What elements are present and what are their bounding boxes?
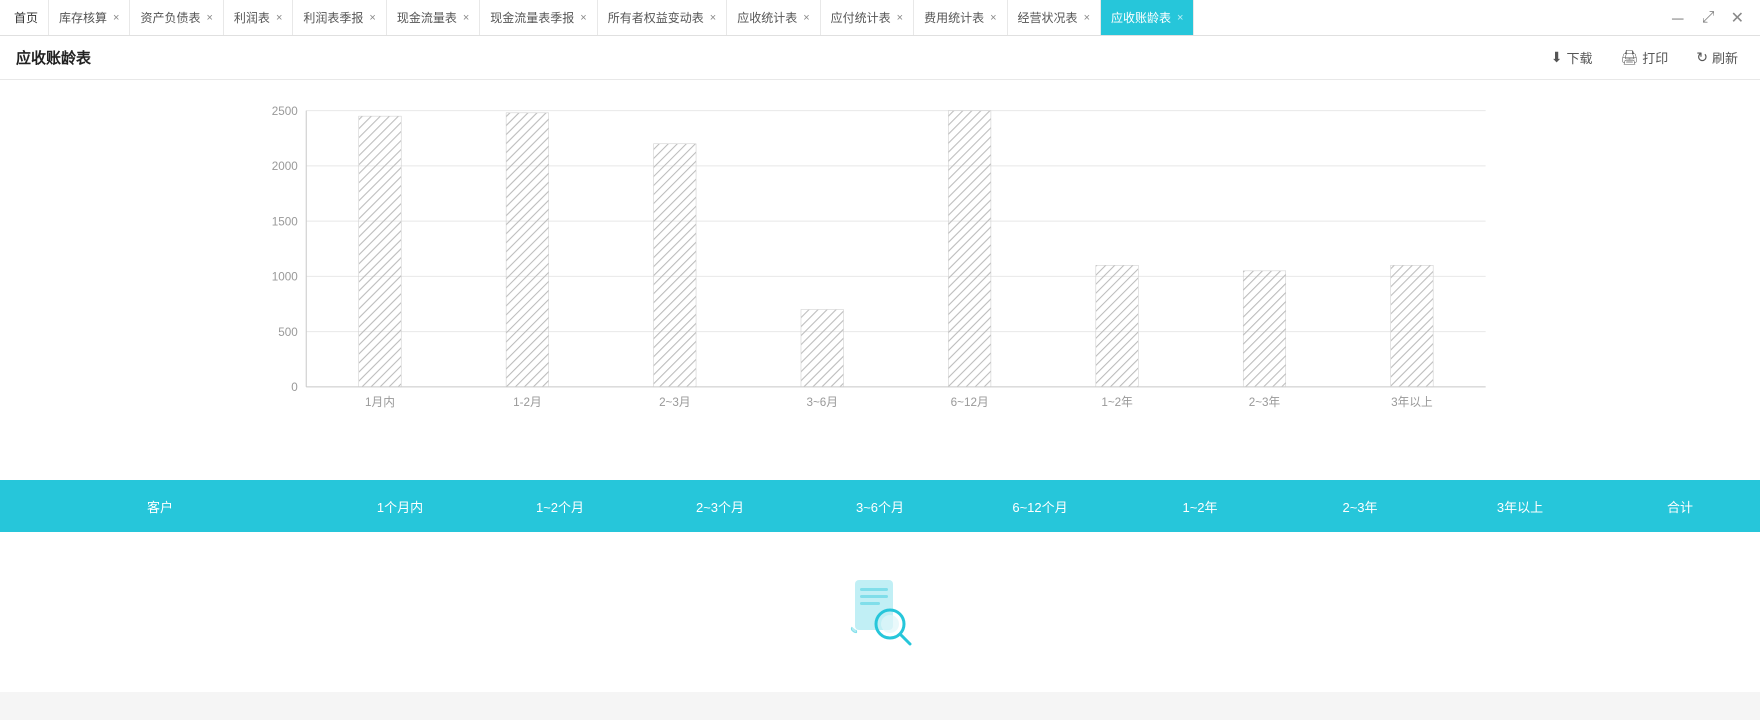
x-label-6: 2~3年: [1249, 395, 1281, 409]
x-label-4: 6~12月: [951, 396, 989, 409]
page-header: 应收账龄表 ⬇下载 🖨打印 ↻刷新: [0, 36, 1760, 80]
th-2: 1~2个月: [480, 480, 640, 532]
y-label-500: 500: [278, 326, 298, 339]
tab-close-profit[interactable]: ×: [276, 12, 282, 24]
tab-close-operations[interactable]: ×: [1084, 12, 1090, 24]
header-actions: ⬇下载 🖨打印 ↻刷新: [1545, 44, 1744, 71]
th-0: 客户: [0, 480, 320, 532]
tab-close-ap-stats[interactable]: ×: [897, 12, 903, 24]
page-title: 应收账龄表: [16, 47, 91, 68]
tab-close-cashflow[interactable]: ×: [463, 12, 469, 24]
th-1: 1个月内: [320, 480, 480, 532]
tab-expense-stats[interactable]: 费用统计表×: [914, 0, 1007, 36]
y-label-2000: 2000: [272, 160, 298, 173]
refresh-label: 刷新: [1712, 48, 1738, 67]
x-label-5: 1~2年: [1101, 395, 1133, 409]
tab-operations[interactable]: 经营状况表×: [1008, 0, 1101, 36]
download-icon: ⬇: [1551, 49, 1563, 66]
tab-balance-sheet[interactable]: 资产负债表×: [130, 0, 223, 36]
table-header: 客户1个月内1~2个月2~3个月3~6个月6~12个月1~2年2~3年3年以上合…: [0, 480, 1760, 532]
tab-close-ar-aging[interactable]: ×: [1177, 12, 1183, 24]
tab-close-expense-stats[interactable]: ×: [990, 12, 996, 24]
th-3: 2~3个月: [640, 480, 800, 532]
maximize-button[interactable]: ⤢: [1698, 7, 1719, 29]
print-button[interactable]: 🖨打印: [1614, 44, 1674, 71]
x-label-7: 3年以上: [1391, 395, 1433, 409]
chart-area: 0 500 1000 1500 2000 2500 1月内 1-2月 2~3月 3~6月 6~12月…: [0, 80, 1760, 480]
bar-2: [654, 144, 697, 387]
tab-home[interactable]: 首页: [4, 0, 49, 36]
bar-1: [506, 113, 549, 387]
y-label-1500: 1500: [272, 215, 298, 228]
tab-close-profit-quarterly[interactable]: ×: [369, 12, 375, 24]
bar-0: [359, 116, 402, 387]
print-label: 打印: [1642, 48, 1668, 67]
refresh-button[interactable]: ↻刷新: [1690, 44, 1744, 71]
tab-bar: 首页库存核算×资产负债表×利润表×利润表季报×现金流量表×现金流量表季报×所有者…: [0, 0, 1760, 36]
download-button[interactable]: ⬇下载: [1545, 44, 1599, 71]
tab-ar-stats[interactable]: 应收统计表×: [727, 0, 820, 36]
tab-cashflow[interactable]: 现金流量表×: [387, 0, 480, 36]
bar-4: [948, 111, 991, 387]
tab-ap-stats[interactable]: 应付统计表×: [821, 0, 914, 36]
refresh-icon: ↻: [1696, 49, 1708, 66]
th-8: 3年以上: [1440, 480, 1600, 532]
y-label-2500: 2500: [272, 105, 298, 118]
bar-5: [1096, 265, 1139, 387]
tab-profit[interactable]: 利润表×: [224, 0, 293, 36]
x-label-3: 3~6月: [806, 396, 837, 409]
tab-inventory[interactable]: 库存核算×: [49, 0, 130, 36]
bar-7: [1391, 265, 1434, 387]
tab-cashflow-quarterly[interactable]: 现金流量表季报×: [480, 0, 597, 36]
chart-svg: 0 500 1000 1500 2000 2500 1月内 1-2月 2~3月 3~6月 6~12月…: [40, 100, 1720, 440]
bar-3: [801, 310, 844, 387]
empty-state: [0, 532, 1760, 692]
main-content: 0 500 1000 1500 2000 2500 1月内 1-2月 2~3月 3~6月 6~12月…: [0, 80, 1760, 692]
tab-close-equity[interactable]: ×: [710, 12, 716, 24]
minimize-button[interactable]: －: [1666, 4, 1690, 32]
tab-equity[interactable]: 所有者权益变动表×: [598, 0, 727, 36]
th-5: 6~12个月: [960, 480, 1120, 532]
print-icon: 🖨: [1620, 49, 1638, 66]
tab-ar-aging[interactable]: 应收账龄表×: [1101, 0, 1194, 36]
tab-close-ar-stats[interactable]: ×: [803, 12, 809, 24]
chart-container: 0 500 1000 1500 2000 2500 1月内 1-2月 2~3月 3~6月 6~12月…: [40, 100, 1720, 440]
tab-close-balance-sheet[interactable]: ×: [206, 12, 212, 24]
th-4: 3~6个月: [800, 480, 960, 532]
th-6: 1~2年: [1120, 480, 1280, 532]
window-controls: － ⤢ ✕: [1658, 4, 1756, 32]
bar-6: [1243, 271, 1286, 387]
y-label-1000: 1000: [272, 271, 298, 284]
tab-close-cashflow-quarterly[interactable]: ×: [580, 12, 586, 24]
tab-profit-quarterly[interactable]: 利润表季报×: [293, 0, 386, 36]
th-7: 2~3年: [1280, 480, 1440, 532]
empty-icon: [840, 572, 920, 652]
y-label-0: 0: [291, 381, 298, 394]
close-button[interactable]: ✕: [1727, 6, 1748, 30]
x-label-1: 1-2月: [513, 396, 542, 409]
x-label-2: 2~3月: [659, 396, 690, 409]
tab-close-inventory[interactable]: ×: [113, 12, 119, 24]
x-label-0: 1月内: [365, 395, 395, 409]
download-label: 下载: [1566, 48, 1592, 67]
th-9: 合计: [1600, 480, 1760, 532]
